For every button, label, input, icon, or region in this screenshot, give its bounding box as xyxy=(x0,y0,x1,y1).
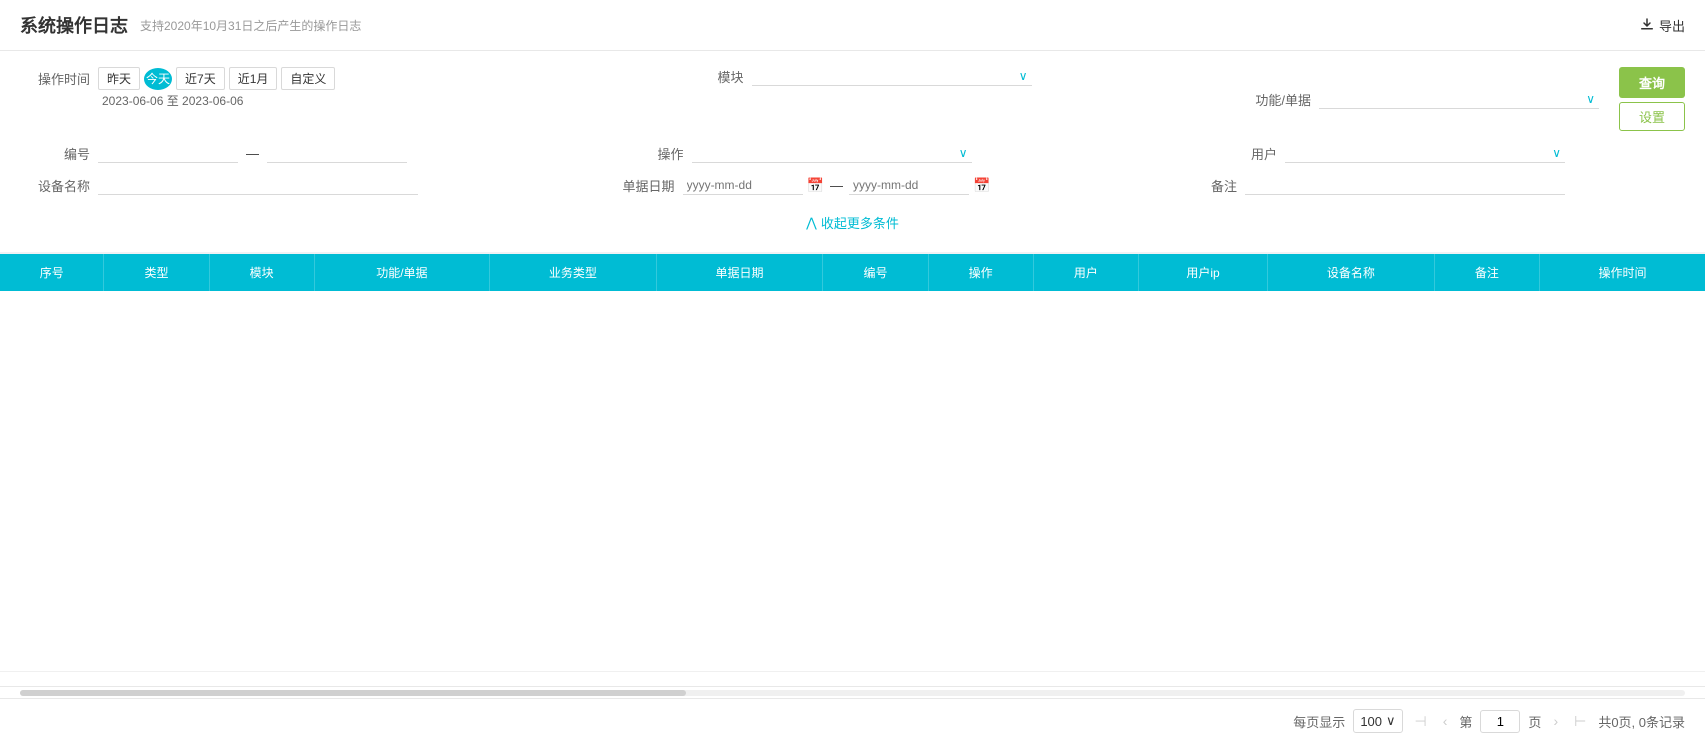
last1m-btn[interactable]: 近1月 xyxy=(229,67,278,90)
table-header: 序号 类型 模块 功能/单据 业务类型 单据日期 编号 操作 用户 用户ip 设… xyxy=(0,254,1705,291)
col-feature: 功能/单据 xyxy=(314,254,489,291)
time-label: 操作时间 xyxy=(20,69,90,88)
col-userip: 用户ip xyxy=(1138,254,1267,291)
page-label: 第 xyxy=(1459,712,1472,731)
col-date: 单据日期 xyxy=(656,254,823,291)
scrollbar-thumb[interactable] xyxy=(20,690,686,696)
col-biztype: 业务类型 xyxy=(489,254,656,291)
first-page-btn[interactable]: ⊣ xyxy=(1411,711,1431,732)
filter-section: 操作时间 昨天 今天 近7天 近1月 自定义 2023-06-06 至 2023… xyxy=(0,51,1705,252)
date-label: 单据日期 xyxy=(595,176,675,195)
remark-input[interactable] xyxy=(1245,175,1565,195)
device-label: 设备名称 xyxy=(20,176,90,195)
table-section: 序号 类型 模块 功能/单据 业务类型 单据日期 编号 操作 用户 用户ip 设… xyxy=(0,254,1705,686)
last7-btn[interactable]: 近7天 xyxy=(176,67,225,90)
number-label: 编号 xyxy=(20,144,90,163)
empty-row xyxy=(0,291,1705,671)
filter-row-2: 编号 — 操作 ∨ 用户 ∨ xyxy=(20,143,1685,163)
date-separator: — xyxy=(830,178,843,193)
per-page-select[interactable]: 100 ∨ xyxy=(1353,709,1402,733)
remark-label: 备注 xyxy=(1167,176,1237,195)
total-info: 共0页, 0条记录 xyxy=(1598,712,1685,731)
device-input[interactable] xyxy=(98,175,418,195)
today-btn[interactable]: 今天 xyxy=(144,68,172,90)
date-end-input[interactable] xyxy=(849,176,969,195)
col-type: 类型 xyxy=(104,254,209,291)
empty-area xyxy=(0,291,1705,671)
pagination-bar: 每页显示 100 ∨ ⊣ ‹ 第 页 › ⊢ 共0页, 0条记录 xyxy=(0,698,1705,743)
yesterday-btn[interactable]: 昨天 xyxy=(98,67,140,90)
calendar-end-icon[interactable]: 📅 xyxy=(973,177,990,194)
col-optime: 操作时间 xyxy=(1539,254,1705,291)
page-header: 系统操作日志 支持2020年10月31日之后产生的操作日志 导出 xyxy=(0,0,1705,51)
col-module: 模块 xyxy=(209,254,314,291)
page-container: 系统操作日志 支持2020年10月31日之后产生的操作日志 导出 操作时间 昨天… xyxy=(0,0,1705,743)
table-header-row: 序号 类型 模块 功能/单据 业务类型 单据日期 编号 操作 用户 用户ip 设… xyxy=(0,254,1705,291)
time-range-display: 2023-06-06 至 2023-06-06 xyxy=(102,94,243,108)
operation-select-arrow: ∨ xyxy=(959,146,968,160)
settings-button[interactable]: 设置 xyxy=(1619,102,1685,131)
col-seq: 序号 xyxy=(0,254,104,291)
last-page-btn[interactable]: ⊢ xyxy=(1570,711,1590,732)
page-subtitle: 支持2020年10月31日之后产生的操作日志 xyxy=(140,17,361,34)
number-input-end[interactable] xyxy=(267,143,407,163)
feature-label: 功能/单据 xyxy=(1231,90,1311,109)
export-label: 导出 xyxy=(1659,16,1685,35)
custom-btn[interactable]: 自定义 xyxy=(281,67,335,90)
time-filter-group: 昨天 今天 近7天 近1月 自定义 xyxy=(98,67,335,90)
next-page-btn[interactable]: › xyxy=(1549,711,1562,731)
user-select-arrow: ∨ xyxy=(1552,146,1561,160)
export-icon xyxy=(1639,17,1655,33)
per-page-label: 每页显示 xyxy=(1293,712,1345,731)
module-select[interactable]: ∨ xyxy=(752,67,1032,86)
number-dash: — xyxy=(246,146,259,161)
filter-row-3: 设备名称 单据日期 📅 — 📅 备注 xyxy=(20,175,1685,195)
scrollbar-area xyxy=(0,686,1705,698)
filter-row-1: 操作时间 昨天 今天 近7天 近1月 自定义 2023-06-06 至 2023… xyxy=(20,67,1685,131)
date-start-input[interactable] xyxy=(683,176,803,195)
page-unit: 页 xyxy=(1528,712,1541,731)
module-label: 模块 xyxy=(674,67,744,86)
col-operation: 操作 xyxy=(928,254,1033,291)
number-input-start[interactable] xyxy=(98,143,238,163)
user-select[interactable]: ∨ xyxy=(1285,144,1565,163)
collapse-row: ⋀ 收起更多条件 xyxy=(20,207,1685,236)
collapse-up-icon: ⋀ xyxy=(806,215,817,231)
module-select-arrow: ∨ xyxy=(1019,69,1028,83)
scrollbar-track xyxy=(20,690,1685,696)
table-body xyxy=(0,291,1705,671)
col-number: 编号 xyxy=(823,254,928,291)
prev-page-btn[interactable]: ‹ xyxy=(1439,711,1452,731)
collapse-label: 收起更多条件 xyxy=(821,213,899,232)
collapse-button[interactable]: ⋀ 收起更多条件 xyxy=(806,213,899,232)
page-title: 系统操作日志 xyxy=(20,12,128,38)
col-device: 设备名称 xyxy=(1268,254,1435,291)
feature-select-arrow: ∨ xyxy=(1586,92,1595,106)
calendar-start-icon[interactable]: 📅 xyxy=(807,177,824,194)
operation-label: 操作 xyxy=(614,144,684,163)
data-table: 序号 类型 模块 功能/单据 业务类型 单据日期 编号 操作 用户 用户ip 设… xyxy=(0,254,1705,672)
per-page-arrow: ∨ xyxy=(1386,713,1396,729)
export-button[interactable]: 导出 xyxy=(1639,16,1685,35)
feature-select[interactable]: ∨ xyxy=(1319,90,1599,109)
page-input[interactable] xyxy=(1480,710,1520,733)
col-remark: 备注 xyxy=(1434,254,1539,291)
col-user: 用户 xyxy=(1033,254,1138,291)
per-page-value: 100 xyxy=(1360,714,1382,729)
query-button[interactable]: 查询 xyxy=(1619,67,1685,98)
action-buttons: 查询 设置 xyxy=(1619,67,1685,131)
operation-select[interactable]: ∨ xyxy=(692,144,972,163)
user-label: 用户 xyxy=(1207,144,1277,163)
